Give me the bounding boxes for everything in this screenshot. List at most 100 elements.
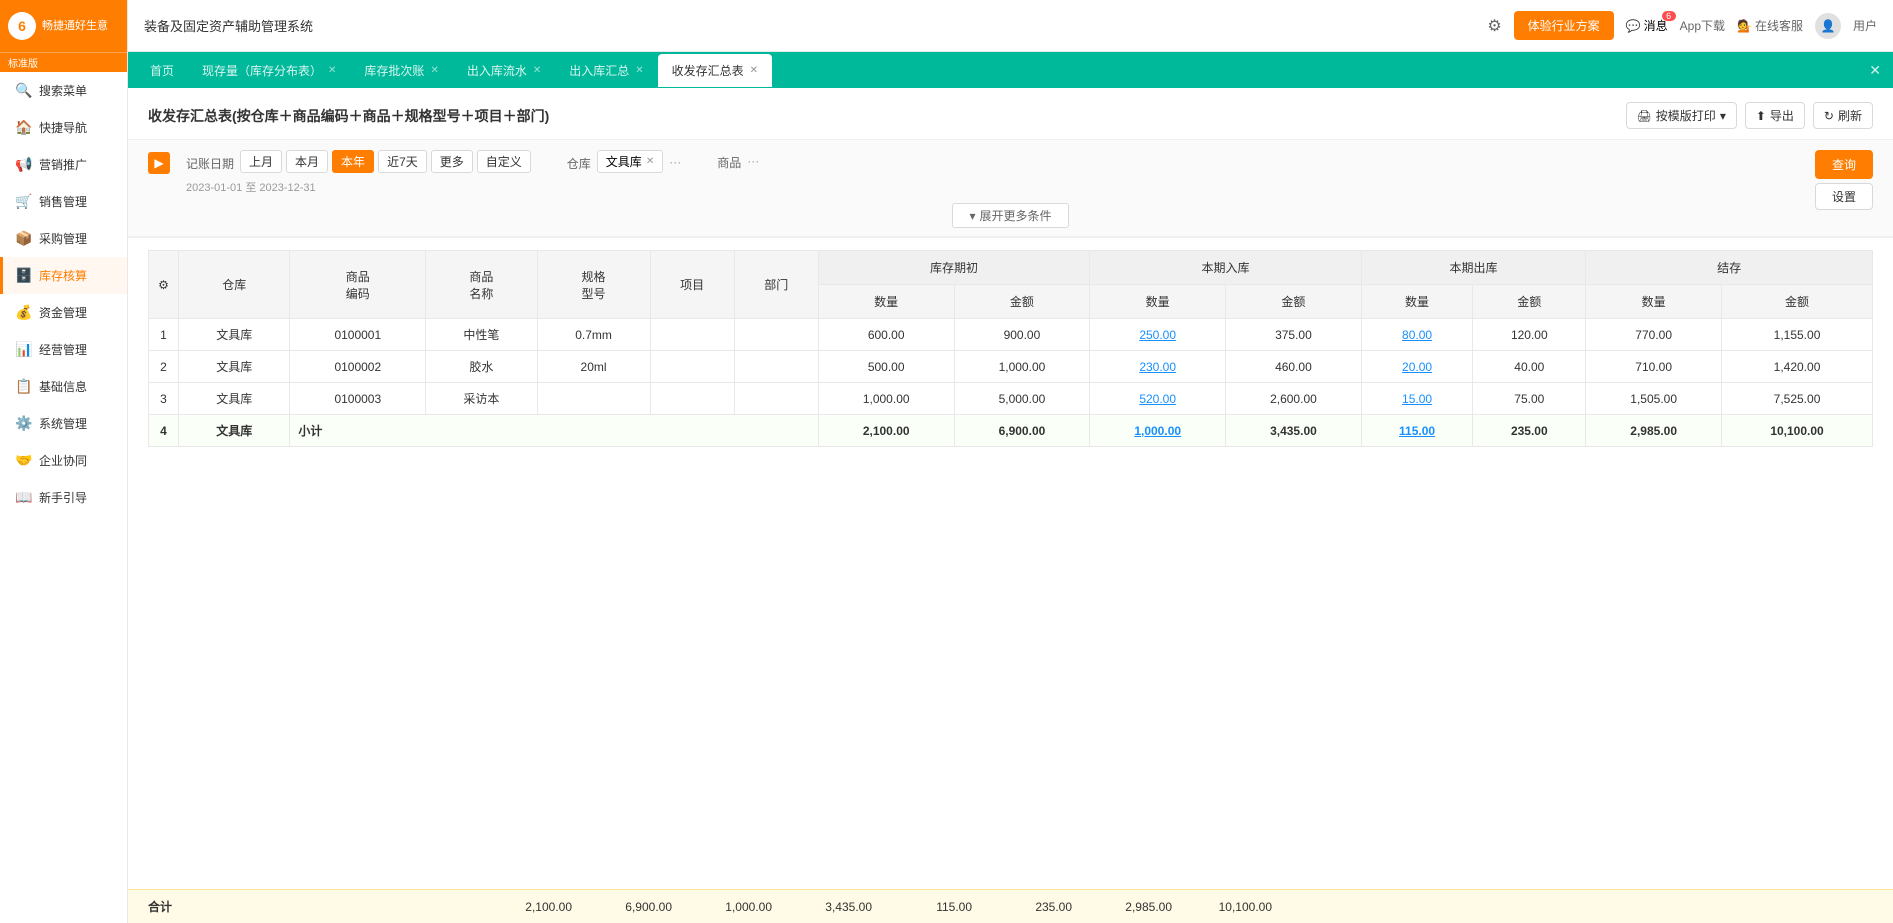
logo-icon: 6 bbox=[8, 12, 36, 40]
export-icon: ⬆ bbox=[1756, 109, 1766, 123]
chevron-down-icon: ▾ bbox=[969, 209, 975, 223]
remove-warehouse-icon[interactable]: ✕ bbox=[646, 156, 654, 167]
table-settings-col[interactable]: ⚙ bbox=[149, 251, 179, 319]
table-wrapper: ⚙ 仓库 商品编码 商品名称 规格型号 项目 部门 库存期初 本期入库 本期出库… bbox=[128, 238, 1893, 487]
row-bal-amt: 7,525.00 bbox=[1722, 383, 1873, 415]
message-icon: 💬 bbox=[1626, 19, 1641, 33]
warehouse-more-button[interactable]: ··· bbox=[669, 155, 681, 169]
tab-close-icon[interactable]: ✕ bbox=[430, 65, 438, 76]
sidebar-item-search[interactable]: 🔍 搜索菜单 bbox=[0, 72, 127, 109]
row-out-amt: 75.00 bbox=[1473, 383, 1586, 415]
filter-settings-button[interactable]: 设置 bbox=[1815, 183, 1873, 210]
basic-info-icon: 📋 bbox=[15, 378, 31, 395]
row-out-qty[interactable]: 80.00 bbox=[1361, 319, 1472, 351]
row-in-qty[interactable]: 250.00 bbox=[1090, 319, 1226, 351]
tab-inventory-dist[interactable]: 现存量（库存分布表） ✕ bbox=[188, 54, 350, 87]
tab-receipt-summary[interactable]: 收发存汇总表 ✕ bbox=[658, 54, 772, 87]
row-in-qty[interactable]: 520.00 bbox=[1090, 383, 1226, 415]
tab-home[interactable]: 首页 bbox=[136, 54, 188, 87]
sidebar-item-guide[interactable]: 📖 新手引导 bbox=[0, 479, 127, 516]
sidebar-item-quick-nav[interactable]: 🏠 快捷导航 bbox=[0, 109, 127, 146]
tab-close-icon[interactable]: ✕ bbox=[328, 65, 336, 76]
tab-flow[interactable]: 出入库流水 ✕ bbox=[453, 54, 555, 87]
sidebar-item-purchase[interactable]: 📦 采购管理 bbox=[0, 220, 127, 257]
query-button[interactable]: 查询 bbox=[1815, 150, 1873, 179]
date-btn-7days[interactable]: 近7天 bbox=[378, 150, 427, 173]
row-spec: 0.7mm bbox=[537, 319, 650, 351]
row-code: 0100003 bbox=[290, 383, 426, 415]
row-dept bbox=[734, 351, 818, 383]
avatar[interactable]: 👤 bbox=[1815, 13, 1841, 39]
row-out-amt: 40.00 bbox=[1473, 351, 1586, 383]
sidebar-item-operations[interactable]: 📊 经营管理 bbox=[0, 331, 127, 368]
online-service-button[interactable]: 💁 在线客服 bbox=[1737, 17, 1803, 34]
search-icon: 🔍 bbox=[15, 82, 31, 99]
date-btn-last-month[interactable]: 上月 bbox=[240, 150, 282, 173]
tab-close-icon[interactable]: ✕ bbox=[533, 65, 541, 76]
footer-total-bar: 合计 2,100.00 6,900.00 1,000.00 3,435.00 1… bbox=[128, 889, 1893, 923]
row-open-qty: 600.00 bbox=[818, 319, 954, 351]
row-out-qty[interactable]: 15.00 bbox=[1361, 383, 1472, 415]
col-group-balance: 结存 bbox=[1586, 251, 1873, 285]
sidebar-item-label: 库存核算 bbox=[39, 267, 87, 284]
date-btn-more[interactable]: 更多 bbox=[431, 150, 473, 173]
tab-batch[interactable]: 库存批次账 ✕ bbox=[350, 54, 452, 87]
date-btn-this-month[interactable]: 本月 bbox=[286, 150, 328, 173]
logo-title: 畅捷通好生意 bbox=[42, 19, 108, 33]
sidebar-tag: 标准版 bbox=[0, 52, 127, 72]
row-name: 采访本 bbox=[426, 383, 537, 415]
sales-icon: 🛒 bbox=[15, 193, 31, 210]
refresh-button[interactable]: ↻ 刷新 bbox=[1813, 102, 1873, 129]
close-all-tabs-button[interactable]: ✕ bbox=[1857, 54, 1893, 87]
warehouse-tag[interactable]: 文具库 ✕ bbox=[597, 150, 663, 173]
tabs-bar: 首页 现存量（库存分布表） ✕ 库存批次账 ✕ 出入库流水 ✕ 出入库汇总 ✕ … bbox=[128, 52, 1893, 88]
export-button[interactable]: ⬆ 导出 bbox=[1745, 102, 1805, 129]
sidebar-item-sales[interactable]: 🛒 销售管理 bbox=[0, 183, 127, 220]
tab-close-icon[interactable]: ✕ bbox=[750, 65, 758, 76]
template-print-button[interactable]: 🖨 按模版打印 ▾ bbox=[1626, 102, 1737, 129]
sidebar-item-inventory[interactable]: 🗄️ 库存核算 bbox=[0, 257, 127, 294]
tab-label: 出入库流水 bbox=[467, 62, 527, 79]
row-bal-qty: 710.00 bbox=[1586, 351, 1722, 383]
row-warehouse: 文具库 bbox=[179, 383, 290, 415]
warehouse-filter-label: 仓库 bbox=[567, 155, 591, 172]
subtotal-in-qty[interactable]: 1,000.00 bbox=[1090, 415, 1226, 447]
filter-right-buttons: 查询 设置 bbox=[1815, 150, 1873, 210]
sidebar: 6 畅捷通好生意 标准版 🔍 搜索菜单 🏠 快捷导航 📢 营销推广 🛒 销售管理… bbox=[0, 0, 128, 923]
trial-industry-button[interactable]: 体验行业方案 bbox=[1514, 11, 1614, 40]
sidebar-item-basic-info[interactable]: 📋 基础信息 bbox=[0, 368, 127, 405]
row-open-qty: 1,000.00 bbox=[818, 383, 954, 415]
goods-more-button[interactable]: ··· bbox=[747, 154, 759, 168]
tab-close-icon[interactable]: ✕ bbox=[635, 65, 643, 76]
row-no: 1 bbox=[149, 319, 179, 351]
date-btn-this-year[interactable]: 本年 bbox=[332, 150, 374, 173]
marketing-icon: 📢 bbox=[15, 156, 31, 173]
tab-label: 现存量（库存分布表） bbox=[202, 62, 322, 79]
sidebar-item-marketing[interactable]: 📢 营销推广 bbox=[0, 146, 127, 183]
sidebar-item-system[interactable]: ⚙️ 系统管理 bbox=[0, 405, 127, 442]
col-goods-code: 商品编码 bbox=[290, 251, 426, 319]
settings-gear-icon[interactable]: ⚙ bbox=[1487, 16, 1501, 36]
tab-summary-inout[interactable]: 出入库汇总 ✕ bbox=[555, 54, 657, 87]
tab-label: 库存批次账 bbox=[364, 62, 424, 79]
filter-expand-button[interactable]: ▶ bbox=[148, 152, 170, 174]
sidebar-item-enterprise[interactable]: 🤝 企业协同 bbox=[0, 442, 127, 479]
expand-more-conditions-button[interactable]: ▾ 展开更多条件 bbox=[952, 203, 1068, 228]
table-row: 3 文具库 0100003 采访本 1,000.00 5,000.00 520.… bbox=[149, 383, 1873, 415]
subtotal-open-qty: 2,100.00 bbox=[818, 415, 954, 447]
sidebar-item-label: 基础信息 bbox=[39, 378, 87, 395]
main-content: 装备及固定资产辅助管理系统 ⚙ 体验行业方案 💬 6 消息 App下载 💁 在线… bbox=[128, 0, 1893, 923]
row-out-amt: 120.00 bbox=[1473, 319, 1586, 351]
app-download-button[interactable]: App下载 bbox=[1680, 17, 1725, 34]
row-no: 2 bbox=[149, 351, 179, 383]
row-out-qty[interactable]: 20.00 bbox=[1361, 351, 1472, 383]
row-warehouse: 文具库 bbox=[179, 319, 290, 351]
message-button[interactable]: 💬 6 消息 bbox=[1626, 17, 1668, 34]
date-buttons: 上月 本月 本年 近7天 更多 自定义 bbox=[240, 150, 531, 173]
tab-label: 出入库汇总 bbox=[569, 62, 629, 79]
sidebar-item-finance[interactable]: 💰 资金管理 bbox=[0, 294, 127, 331]
date-btn-custom[interactable]: 自定义 bbox=[477, 150, 531, 173]
subtotal-out-qty[interactable]: 115.00 bbox=[1361, 415, 1472, 447]
row-in-qty[interactable]: 230.00 bbox=[1090, 351, 1226, 383]
row-project bbox=[650, 383, 734, 415]
